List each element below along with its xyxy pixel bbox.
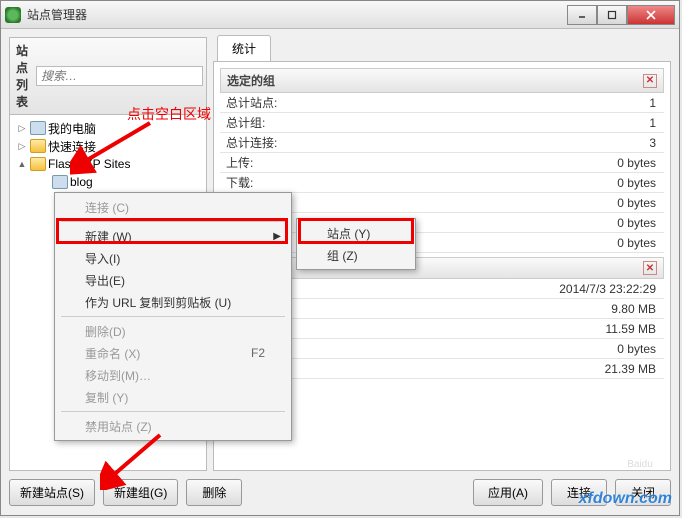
footer-buttons: 新建站点(S) 新建组(G) 删除 应用(A) 连接 关闭 xyxy=(9,477,671,507)
tree-item-my-computer[interactable]: ▷ 我的电脑 xyxy=(12,119,204,137)
tree-label: 我的电脑 xyxy=(48,120,96,137)
folder-icon xyxy=(30,157,46,171)
close-footer-button[interactable]: 关闭 xyxy=(615,479,671,506)
new-site-button[interactable]: 新建站点(S) xyxy=(9,479,95,506)
search-input[interactable] xyxy=(36,66,203,86)
tree-item-flashfxp-sites[interactable]: ▲ FlashFXP Sites xyxy=(12,155,204,173)
new-group-button[interactable]: 新建组(G) xyxy=(103,479,178,506)
computer-icon xyxy=(30,121,46,135)
delete-button[interactable]: 删除 xyxy=(186,479,242,506)
minimize-button[interactable] xyxy=(567,5,597,25)
prop-row: 总计连接:3 xyxy=(220,133,664,153)
prop-row: 上传:0 bytes xyxy=(220,153,664,173)
prop-row: 总计组:1 xyxy=(220,113,664,133)
tree-label: FlashFXP Sites xyxy=(48,157,130,171)
group-header-selected: 选定的组 ✕ xyxy=(220,68,664,93)
ctx-new-site[interactable]: 站点 (Y) xyxy=(299,222,413,244)
ctx-import[interactable]: 导入(I) xyxy=(57,247,289,269)
apply-button[interactable]: 应用(A) xyxy=(473,479,543,506)
collapse-icon[interactable]: ▲ xyxy=(16,158,28,170)
ctx-export[interactable]: 导出(E) xyxy=(57,269,289,291)
folder-icon xyxy=(30,139,46,153)
site-icon xyxy=(52,175,68,189)
site-list-header: 站点列表 xyxy=(16,42,28,110)
ctx-rename: 重命名 (X)F2 xyxy=(57,342,289,364)
tree-item-blog[interactable]: blog xyxy=(12,173,204,191)
ctx-copy-url[interactable]: 作为 URL 复制到剪贴板 (U) xyxy=(57,291,289,313)
expand-icon[interactable]: ▷ xyxy=(16,122,28,134)
tree-item-quick-connect[interactable]: ▷ 快速连接 xyxy=(12,137,204,155)
app-icon xyxy=(5,7,21,23)
context-submenu-new[interactable]: 站点 (Y) 组 (Z) xyxy=(296,218,416,270)
context-menu[interactable]: 连接 (C) 新建 (W)▶ 导入(I) 导出(E) 作为 URL 复制到剪贴板… xyxy=(54,192,292,441)
ctx-move-to: 移动到(M)… xyxy=(57,364,289,386)
clear-icon[interactable]: ✕ xyxy=(643,74,657,88)
ctx-disable-site: 禁用站点 (Z) xyxy=(57,415,289,437)
tab-bar: 统计 xyxy=(213,37,671,61)
ctx-new[interactable]: 新建 (W)▶ xyxy=(57,225,289,247)
ctx-delete: 删除(D) xyxy=(57,320,289,342)
connect-button[interactable]: 连接 xyxy=(551,479,607,506)
submenu-arrow-icon: ▶ xyxy=(273,231,281,242)
titlebar: 站点管理器 xyxy=(1,1,679,29)
tree-label: blog xyxy=(70,175,93,189)
ctx-new-group[interactable]: 组 (Z) xyxy=(299,244,413,266)
expand-icon[interactable]: ▷ xyxy=(16,140,28,152)
tree-label: 快速连接 xyxy=(48,138,96,155)
ctx-copy: 复制 (Y) xyxy=(57,386,289,408)
clear-icon[interactable]: ✕ xyxy=(643,261,657,275)
maximize-button[interactable] xyxy=(597,5,627,25)
prop-row: 总计站点:1 xyxy=(220,93,664,113)
close-button[interactable] xyxy=(627,5,675,25)
tab-stats[interactable]: 统计 xyxy=(217,35,271,61)
ctx-connect: 连接 (C) xyxy=(57,196,289,218)
window-title: 站点管理器 xyxy=(27,6,567,23)
prop-row: 下载:0 bytes xyxy=(220,173,664,193)
